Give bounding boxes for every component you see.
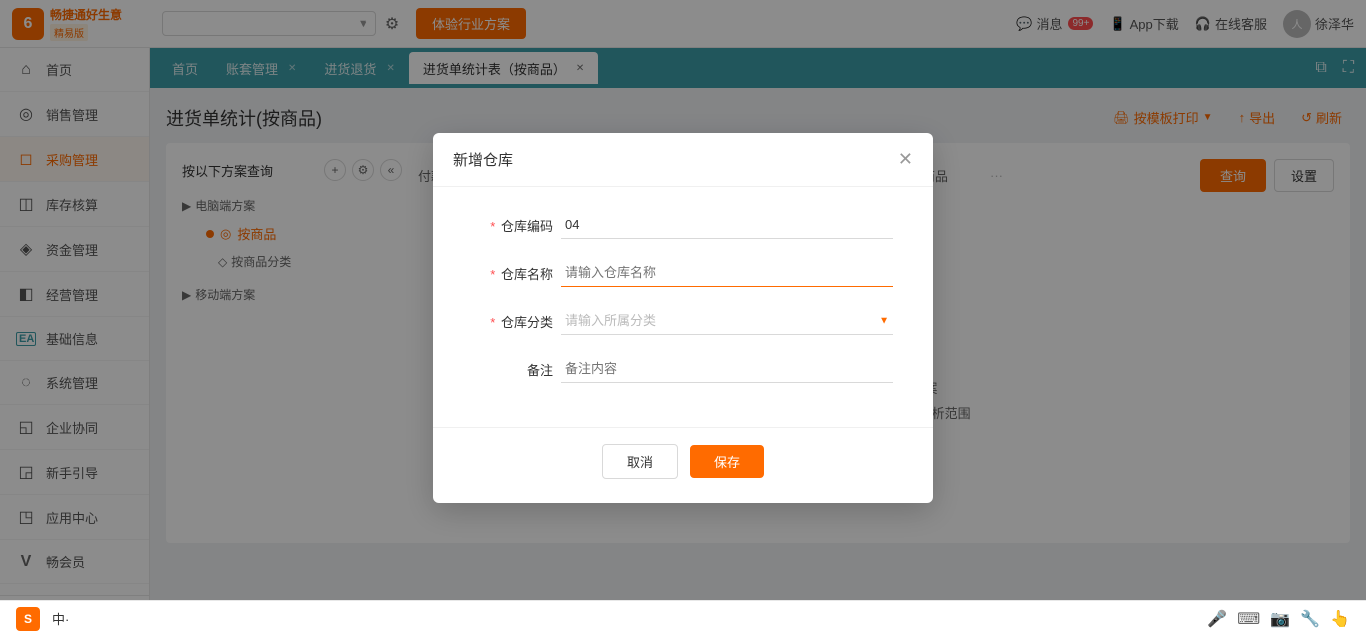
- keyboard-icon[interactable]: ⌨: [1237, 609, 1260, 629]
- code-label: * 仓库编码: [473, 216, 553, 235]
- mic-icon[interactable]: 🎤: [1207, 609, 1227, 629]
- note-input[interactable]: [561, 355, 893, 383]
- name-input[interactable]: [561, 259, 893, 287]
- camera-icon[interactable]: 📷: [1270, 609, 1290, 629]
- modal-title: 新增仓库: [453, 149, 513, 170]
- modal-body: * 仓库编码 * 仓库名称 * 仓库分类: [433, 187, 933, 427]
- form-row-type: * 仓库分类 请输入所属分类: [473, 307, 893, 335]
- modal-close-btn[interactable]: ✕: [898, 149, 913, 170]
- bottom-text: 中·: [52, 609, 69, 628]
- note-label: 备注: [473, 360, 553, 379]
- touch-icon[interactable]: 👆: [1330, 609, 1350, 629]
- form-row-code: * 仓库编码: [473, 211, 893, 239]
- form-row-name: * 仓库名称: [473, 259, 893, 287]
- form-row-note: 备注: [473, 355, 893, 383]
- save-btn[interactable]: 保存: [690, 445, 764, 478]
- bottom-bar: S 中· 🎤 ⌨ 📷 🔧 👆: [0, 600, 1366, 636]
- bottom-icons: 🎤 ⌨ 📷 🔧 👆: [1207, 609, 1350, 629]
- modal-new-warehouse: 新增仓库 ✕ * 仓库编码 * 仓库名称: [433, 133, 933, 503]
- bottom-logo: S: [16, 607, 40, 631]
- modal-header: 新增仓库 ✕: [433, 133, 933, 187]
- type-select-wrap[interactable]: 请输入所属分类: [561, 307, 893, 335]
- modal-footer: 取消 保存: [433, 427, 933, 503]
- code-input[interactable]: [561, 211, 893, 239]
- tool-icon[interactable]: 🔧: [1300, 609, 1320, 629]
- modal-overlay[interactable]: 新增仓库 ✕ * 仓库编码 * 仓库名称: [0, 0, 1366, 636]
- type-select[interactable]: 请输入所属分类: [561, 307, 893, 335]
- cancel-btn[interactable]: 取消: [602, 444, 678, 479]
- name-label: * 仓库名称: [473, 264, 553, 283]
- type-label: * 仓库分类: [473, 312, 553, 331]
